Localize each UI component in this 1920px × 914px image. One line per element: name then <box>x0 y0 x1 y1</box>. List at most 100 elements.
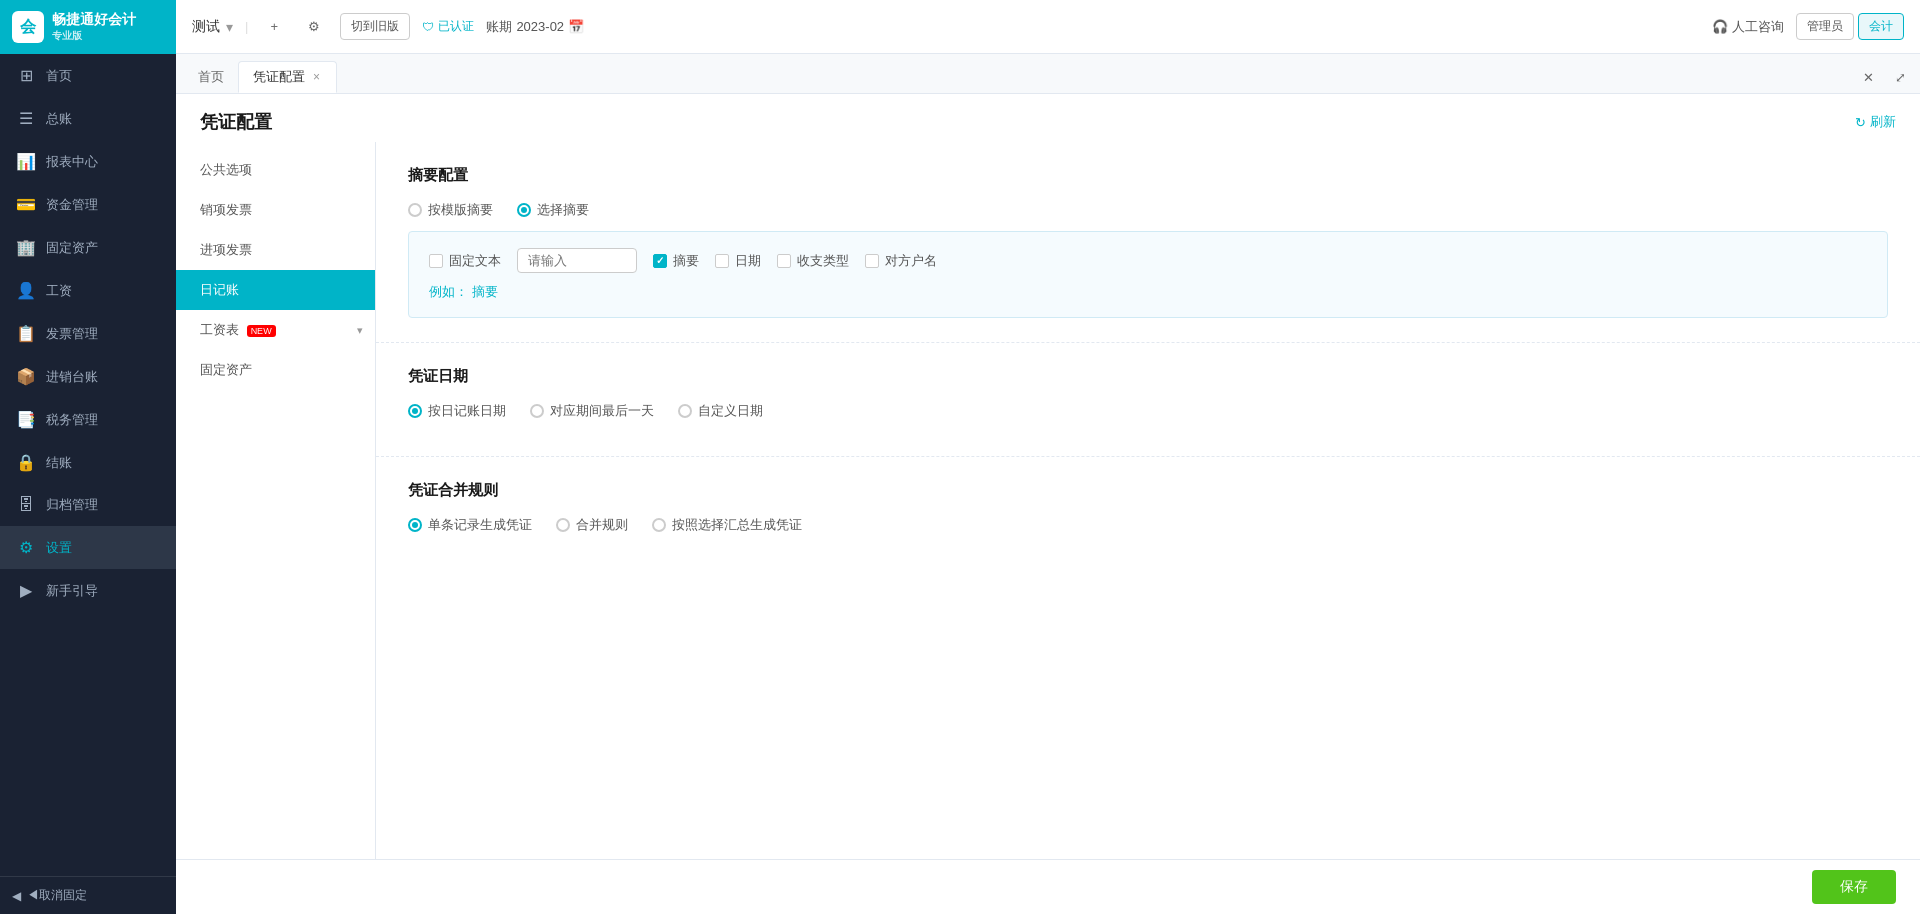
page: 凭证配置 ↻ 刷新 公共选项 销项发票 进项发票 <box>176 94 1920 914</box>
sidebar-logo: 会 畅捷通好会计 专业版 <box>0 0 176 54</box>
radio-select-circle <box>517 203 531 217</box>
nav-item-purchase[interactable]: 进项发票 <box>176 230 375 270</box>
radio-select-summary[interactable]: 选择摘要 <box>517 201 589 219</box>
income-type-checkbox-box <box>777 254 791 268</box>
summary-section: 摘要配置 按模版摘要 选择摘要 <box>376 142 1920 343</box>
user-group: 管理员 会计 <box>1796 13 1904 40</box>
sidebar-item-asset[interactable]: 🏢 固定资产 <box>0 226 176 269</box>
tabbar: 首页 凭证配置 × ✕ ⤢ <box>176 54 1920 94</box>
content-area: 凭证配置 ↻ 刷新 公共选项 销项发票 进项发票 <box>176 94 1920 914</box>
sidebar-item-home[interactable]: ⊞ 首页 <box>0 54 176 97</box>
sidebar-item-trade[interactable]: 📦 进销台账 <box>0 355 176 398</box>
merge-radio-group: 单条记录生成凭证 合并规则 按照选择汇总生成凭证 <box>408 516 1888 534</box>
calendar-icon[interactable]: 📅 <box>568 19 584 34</box>
ledger-icon: ☰ <box>16 109 36 128</box>
tax-icon: 📑 <box>16 410 36 429</box>
counterparty-checkbox-box <box>865 254 879 268</box>
checkbox-summary[interactable]: 摘要 <box>653 252 699 270</box>
dropdown-arrow-icon: ▾ <box>226 19 233 35</box>
page-body: 公共选项 销项发票 进项发票 日记账 工资表 NEW ▾ <box>176 142 1920 859</box>
shield-icon: 🛡 <box>422 20 434 34</box>
checkbox-counterparty[interactable]: 对方户名 <box>865 252 937 270</box>
fixed-text-input[interactable] <box>517 248 637 273</box>
home-icon: ⊞ <box>16 66 36 85</box>
tab-expand-button[interactable]: ⤢ <box>1888 65 1912 89</box>
user-button[interactable]: 管理员 <box>1796 13 1854 40</box>
nav-item-fixed-asset[interactable]: 固定资产 <box>176 350 375 390</box>
fixed-text-checkbox-box <box>429 254 443 268</box>
checkbox-fixed-text[interactable]: 固定文本 <box>429 252 501 270</box>
nav-item-payroll-table[interactable]: 工资表 NEW ▾ <box>176 310 375 350</box>
date-radio-group: 按日记账日期 对应期间最后一天 自定义日期 <box>408 402 1888 420</box>
date-section-title: 凭证日期 <box>408 367 1888 386</box>
guide-icon: ▶ <box>16 581 36 600</box>
single-record-radio-circle <box>408 518 422 532</box>
radio-template-summary[interactable]: 按模版摘要 <box>408 201 493 219</box>
invoice-icon: 📋 <box>16 324 36 343</box>
sidebar-item-tax[interactable]: 📑 税务管理 <box>0 398 176 441</box>
tab-close-window-button[interactable]: ✕ <box>1856 65 1880 89</box>
tab-close-button[interactable]: × <box>311 70 322 84</box>
sidebar-item-payroll[interactable]: 👤 工资 <box>0 269 176 312</box>
checkbox-date[interactable]: 日期 <box>715 252 761 270</box>
cancel-fixed-button[interactable]: ◀ ◀取消固定 <box>0 876 176 914</box>
summary-config-row: 固定文本 摘要 日期 <box>429 248 1867 273</box>
asset-icon: 🏢 <box>16 238 36 257</box>
radio-single-record[interactable]: 单条记录生成凭证 <box>408 516 532 534</box>
radio-period-last[interactable]: 对应期间最后一天 <box>530 402 654 420</box>
sidebar-item-archive[interactable]: 🗄 归档管理 <box>0 484 176 526</box>
sidebar-item-guide[interactable]: ▶ 新手引导 <box>0 569 176 612</box>
settings-gear-button[interactable]: ⚙ <box>300 13 328 41</box>
refresh-button[interactable]: ↻ 刷新 <box>1855 113 1896 131</box>
custom-date-radio-circle <box>678 404 692 418</box>
date-checkbox-box <box>715 254 729 268</box>
date-section: 凭证日期 按日记账日期 对应期间最后一天 <box>376 343 1920 457</box>
add-button[interactable]: + <box>260 13 288 41</box>
archive-icon: 🗄 <box>16 496 36 514</box>
radio-template-circle <box>408 203 422 217</box>
topbar-right: 🎧 人工咨询 管理员 会计 <box>1712 13 1904 40</box>
new-badge: NEW <box>247 325 276 337</box>
page-footer: 保存 <box>176 859 1920 914</box>
sidebar-item-close[interactable]: 🔒 结账 <box>0 441 176 484</box>
merge-rule-radio-circle <box>556 518 570 532</box>
summary-checkbox-box <box>653 254 667 268</box>
sidebar-item-fund[interactable]: 💳 资金管理 <box>0 183 176 226</box>
sidebar-item-invoice[interactable]: 📋 发票管理 <box>0 312 176 355</box>
sidebar-item-ledger[interactable]: ☰ 总账 <box>0 97 176 140</box>
trade-icon: 📦 <box>16 367 36 386</box>
example-row: 例如： 摘要 <box>429 283 1867 301</box>
payroll-icon: 👤 <box>16 281 36 300</box>
report-icon: 📊 <box>16 152 36 171</box>
topbar-divider: | <box>245 19 248 34</box>
close-account-icon: 🔒 <box>16 453 36 472</box>
nav-item-public[interactable]: 公共选项 <box>176 150 375 190</box>
summary-section-title: 摘要配置 <box>408 166 1888 185</box>
topbar-period: 账期 2023-02 📅 <box>486 18 584 36</box>
headset-icon: 🎧 <box>1712 19 1728 34</box>
merge-section-title: 凭证合并规则 <box>408 481 1888 500</box>
logo-sub-text: 专业版 <box>52 29 136 43</box>
nav-item-journal[interactable]: 日记账 <box>176 270 375 310</box>
consult-button[interactable]: 🎧 人工咨询 <box>1712 18 1784 36</box>
sidebar-item-report[interactable]: 📊 报表中心 <box>0 140 176 183</box>
save-button[interactable]: 保存 <box>1812 870 1896 904</box>
refresh-icon: ↻ <box>1855 115 1866 130</box>
radio-journal-date[interactable]: 按日记账日期 <box>408 402 506 420</box>
summary-config-box: 固定文本 摘要 日期 <box>408 231 1888 318</box>
summary-radio-group: 按模版摘要 选择摘要 <box>408 201 1888 219</box>
nav-item-sales[interactable]: 销项发票 <box>176 190 375 230</box>
cancel-fixed-icon: ◀ <box>12 889 21 903</box>
topbar: 测试 ▾ | + ⚙ 切到旧版 🛡 已认证 账期 2023-02 📅 🎧 人工咨… <box>176 0 1920 54</box>
checkbox-income-type[interactable]: 收支类型 <box>777 252 849 270</box>
radio-select-merge[interactable]: 按照选择汇总生成凭证 <box>652 516 802 534</box>
sidebar-item-settings[interactable]: ⚙ 设置 <box>0 526 176 569</box>
main-area: 测试 ▾ | + ⚙ 切到旧版 🛡 已认证 账期 2023-02 📅 🎧 人工咨… <box>176 0 1920 914</box>
radio-custom-date[interactable]: 自定义日期 <box>678 402 763 420</box>
tab-voucher-config[interactable]: 凭证配置 × <box>238 61 337 93</box>
radio-merge-rule[interactable]: 合并规则 <box>556 516 628 534</box>
switch-old-button[interactable]: 切到旧版 <box>340 13 410 40</box>
topbar-project[interactable]: 测试 ▾ <box>192 18 233 36</box>
accountant-button[interactable]: 会计 <box>1858 13 1904 40</box>
tab-home[interactable]: 首页 <box>184 61 238 93</box>
